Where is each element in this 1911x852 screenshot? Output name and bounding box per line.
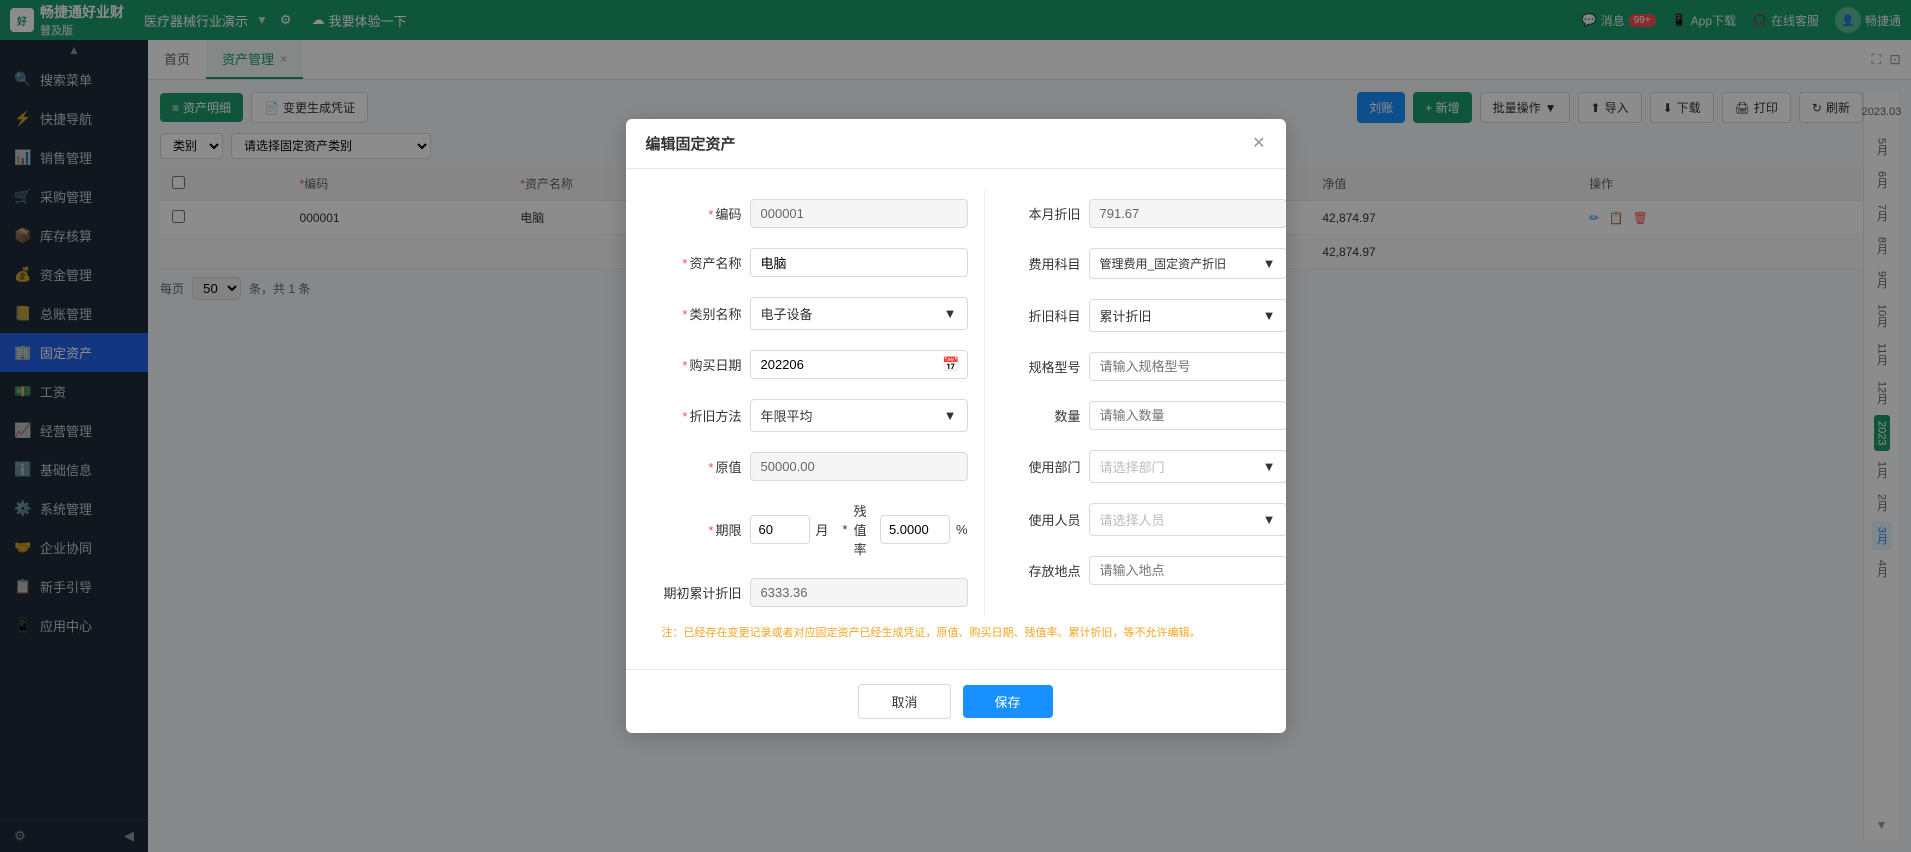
dept-label: 使用部门 <box>1001 457 1081 476</box>
form-row-dep-method: *折旧方法 年限平均 ▼ <box>646 389 984 442</box>
dropdown-arrow5: ▼ <box>1263 459 1276 474</box>
dept-placeholder: 请选择部门 <box>1100 457 1165 476</box>
form-row-expense-account: 费用科目 管理费用_固定资产折旧 ▼ <box>985 238 1286 289</box>
quantity-label: 数量 <box>1001 406 1081 425</box>
form-row-person: 使用人员 请选择人员 ▼ <box>985 493 1286 546</box>
location-label: 存放地点 <box>1001 561 1081 580</box>
modal-close-btn[interactable]: ✕ <box>1252 133 1265 153</box>
expense-account-value: 管理费用_固定资产折旧 <box>1100 255 1227 272</box>
modal-footer: 取消 保存 <box>626 669 1286 733</box>
spec-input[interactable] <box>1089 352 1286 381</box>
dropdown-arrow3: ▼ <box>1263 256 1276 271</box>
dep-method-dropdown[interactable]: 年限平均 ▼ <box>750 399 968 432</box>
form-grid: *编码 *资产名称 *类别名称 <box>646 189 1266 617</box>
purchase-date-label: *购买日期 <box>662 355 742 374</box>
edit-asset-modal: 编辑固定资产 ✕ *编码 *资产名称 <box>626 119 1286 734</box>
dropdown-arrow6: ▼ <box>1263 512 1276 527</box>
period-unit: 月 <box>816 520 829 539</box>
form-row-original-value: *原值 <box>646 442 984 491</box>
original-value-label: *原值 <box>662 457 742 476</box>
modal-overlay: 编辑固定资产 ✕ *编码 *资产名称 <box>0 0 1911 852</box>
dep-account-value: 累计折旧 <box>1100 306 1152 325</box>
dep-account-label: 折旧科目 <box>1001 306 1081 325</box>
modal-body: *编码 *资产名称 *类别名称 <box>626 169 1286 670</box>
dep-method-label: *折旧方法 <box>662 406 742 425</box>
form-right: 本月折旧 费用科目 管理费用_固定资产折旧 ▼ <box>984 189 1286 617</box>
expense-account-dropdown[interactable]: 管理费用_固定资产折旧 ▼ <box>1089 248 1286 279</box>
form-row-name: *资产名称 <box>646 238 984 287</box>
code-label: *编码 <box>662 204 742 223</box>
category-dropdown[interactable]: 电子设备 ▼ <box>750 297 968 330</box>
form-row-spec: 规格型号 <box>985 342 1286 391</box>
note-text: 注：已经存在变更记录或者对应固定资产已经生成凭证，原值、购买日期、残值率、累计折… <box>646 617 1266 650</box>
form-row-dep-account: 折旧科目 累计折旧 ▼ <box>985 289 1286 342</box>
monthly-dep-label: 本月折旧 <box>1001 204 1081 223</box>
initial-dep-input[interactable] <box>750 578 968 607</box>
person-dropdown[interactable]: 请选择人员 ▼ <box>1089 503 1286 536</box>
code-input[interactable] <box>750 199 968 228</box>
purchase-date-input[interactable] <box>750 350 968 379</box>
location-input[interactable] <box>1089 556 1286 585</box>
monthly-dep-input <box>1089 199 1286 228</box>
modal-header: 编辑固定资产 ✕ <box>626 119 1286 169</box>
residual-rate-input[interactable] <box>880 515 950 544</box>
dept-dropdown[interactable]: 请选择部门 ▼ <box>1089 450 1286 483</box>
dropdown-arrow2: ▼ <box>944 408 957 423</box>
dep-account-dropdown[interactable]: 累计折旧 ▼ <box>1089 299 1286 332</box>
form-row-purchase-date: *购买日期 📅 <box>646 340 984 389</box>
form-row-period: *期限 月 * 残值率 % <box>646 491 984 568</box>
original-value-input[interactable] <box>750 452 968 481</box>
residual-rate-unit: % <box>956 522 968 537</box>
cancel-button[interactable]: 取消 <box>858 684 950 719</box>
period-label: *期限 <box>662 520 742 539</box>
form-row-initial-dep: 期初累计折旧 <box>646 568 984 617</box>
form-row-location: 存放地点 <box>985 546 1286 595</box>
person-label: 使用人员 <box>1001 510 1081 529</box>
calendar-icon: 📅 <box>942 356 959 373</box>
dep-method-value: 年限平均 <box>761 406 813 425</box>
form-left: *编码 *资产名称 *类别名称 <box>646 189 984 617</box>
category-name-label: *类别名称 <box>662 304 742 323</box>
form-row-monthly-dep: 本月折旧 <box>985 189 1286 238</box>
period-group: 月 * 残值率 % <box>750 501 968 558</box>
form-row-quantity: 数量 <box>985 391 1286 440</box>
dropdown-arrow4: ▼ <box>1263 308 1276 323</box>
category-value: 电子设备 <box>761 304 813 323</box>
save-button[interactable]: 保存 <box>963 685 1053 718</box>
date-input-wrap: 📅 <box>750 350 968 379</box>
expense-account-label: 费用科目 <box>1001 254 1081 273</box>
quantity-input[interactable] <box>1089 401 1286 430</box>
period-input[interactable] <box>750 515 810 544</box>
residual-rate-label: 残值率 <box>854 501 874 558</box>
form-row-code: *编码 <box>646 189 984 238</box>
person-placeholder: 请选择人员 <box>1100 510 1165 529</box>
form-row-dept: 使用部门 请选择部门 ▼ <box>985 440 1286 493</box>
name-input[interactable] <box>750 248 968 277</box>
modal-title: 编辑固定资产 <box>646 133 736 154</box>
dropdown-arrow: ▼ <box>944 306 957 321</box>
name-label: *资产名称 <box>662 253 742 272</box>
initial-dep-label: 期初累计折旧 <box>662 583 742 602</box>
form-row-category: *类别名称 电子设备 ▼ <box>646 287 984 340</box>
spec-label: 规格型号 <box>1001 357 1081 376</box>
